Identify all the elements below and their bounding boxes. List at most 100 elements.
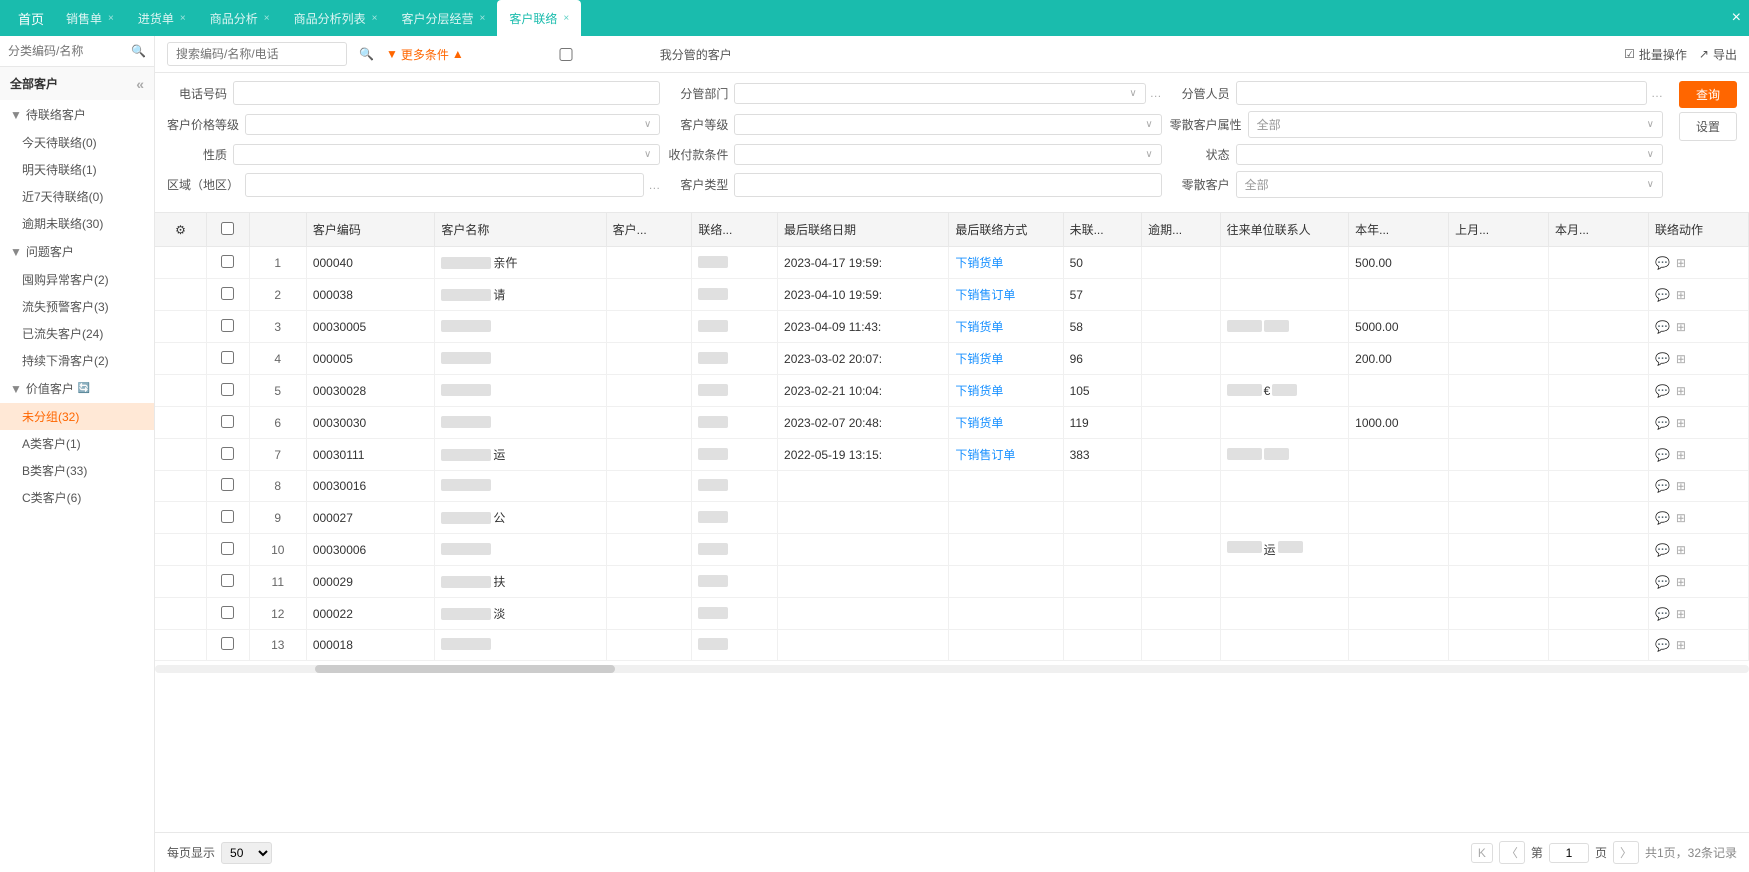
- grid-icon[interactable]: ⊞: [1676, 543, 1686, 557]
- sidebar-item-today[interactable]: 今天待联络(0): [0, 129, 154, 156]
- row-check-cell[interactable]: [206, 311, 249, 343]
- message-icon[interactable]: 💬: [1655, 288, 1670, 302]
- search-button[interactable]: 🔍: [359, 47, 374, 61]
- sidebar-item-ungroup[interactable]: 未分组(32): [0, 403, 154, 430]
- reset-button[interactable]: 设置: [1679, 112, 1737, 141]
- lastway-link[interactable]: 下销售订单: [955, 288, 1015, 302]
- phone-input[interactable]: [233, 81, 660, 105]
- row-check-cell[interactable]: [206, 502, 249, 534]
- row-checkbox[interactable]: [221, 637, 234, 650]
- tab-product-analysis[interactable]: 商品分析 ×: [198, 0, 282, 36]
- scrollbar-thumb[interactable]: [315, 665, 615, 673]
- first-page-button[interactable]: K: [1471, 843, 1493, 863]
- retail-attr-select[interactable]: 全部 ∨: [1248, 111, 1663, 138]
- row-checkbox[interactable]: [221, 478, 234, 491]
- th-lastmonth[interactable]: 上月...: [1449, 213, 1549, 247]
- grid-icon[interactable]: ⊞: [1676, 511, 1686, 525]
- tab-sales[interactable]: 销售单 ×: [54, 0, 126, 36]
- dept-more-icon[interactable]: …: [1150, 86, 1162, 100]
- row-checkbox[interactable]: [221, 255, 234, 268]
- manager-more-icon[interactable]: …: [1651, 86, 1663, 100]
- th-thismonth[interactable]: 本月...: [1549, 213, 1649, 247]
- th-lastway[interactable]: 最后联络方式: [949, 213, 1063, 247]
- my-customers-checkbox[interactable]: 我分管的客户: [476, 46, 732, 63]
- my-customers-check[interactable]: [476, 48, 656, 61]
- message-icon[interactable]: 💬: [1655, 479, 1670, 493]
- th-overdue[interactable]: 逾期...: [1142, 213, 1221, 247]
- status-select[interactable]: ∨: [1236, 144, 1663, 165]
- close-icon[interactable]: ×: [479, 13, 485, 24]
- row-checkbox[interactable]: [221, 415, 234, 428]
- sidebar-item-class-c[interactable]: C类客户(6): [0, 484, 154, 511]
- sidebar-item-7days[interactable]: 近7天待联络(0): [0, 183, 154, 210]
- tab-customer-segment[interactable]: 客户分层经营 ×: [389, 0, 497, 36]
- row-checkbox[interactable]: [221, 383, 234, 396]
- close-icon[interactable]: ×: [180, 13, 186, 24]
- sidebar-item-overdue[interactable]: 逾期未联络(30): [0, 210, 154, 237]
- close-icon[interactable]: ×: [372, 13, 378, 24]
- message-icon[interactable]: 💬: [1655, 607, 1670, 621]
- message-icon[interactable]: 💬: [1655, 384, 1670, 398]
- row-checkbox[interactable]: [221, 510, 234, 523]
- prev-page-button[interactable]: 〈: [1499, 841, 1525, 864]
- row-checkbox[interactable]: [221, 606, 234, 619]
- export-button[interactable]: ↗ 导出: [1699, 46, 1737, 63]
- current-page-input[interactable]: 1: [1549, 843, 1589, 863]
- price-level-select[interactable]: ∨: [245, 114, 660, 135]
- grid-icon[interactable]: ⊞: [1676, 607, 1686, 621]
- grid-icon[interactable]: ⊞: [1676, 448, 1686, 462]
- sidebar-item-churn-warning[interactable]: 流失预警客户(3): [0, 293, 154, 320]
- row-checkbox[interactable]: [221, 574, 234, 587]
- grid-icon[interactable]: ⊞: [1676, 288, 1686, 302]
- th-gear[interactable]: ⚙: [155, 213, 206, 247]
- sidebar-item-class-b[interactable]: B类客户(33): [0, 457, 154, 484]
- nature-select[interactable]: ∨: [233, 144, 660, 165]
- message-icon[interactable]: 💬: [1655, 416, 1670, 430]
- grid-icon[interactable]: ⊞: [1676, 384, 1686, 398]
- tab-customer-contact[interactable]: 客户联络 ×: [497, 0, 581, 36]
- row-check-cell[interactable]: [206, 343, 249, 375]
- grid-icon[interactable]: ⊞: [1676, 575, 1686, 589]
- customer-level-select[interactable]: ∨: [734, 114, 1161, 135]
- dept-select[interactable]: ∨: [734, 83, 1145, 104]
- lastway-link[interactable]: 下销货单: [955, 384, 1003, 398]
- th-check[interactable]: [206, 213, 249, 247]
- window-close-button[interactable]: ×: [1732, 9, 1741, 27]
- message-icon[interactable]: 💬: [1655, 575, 1670, 589]
- message-icon[interactable]: 💬: [1655, 511, 1670, 525]
- sidebar-item-churned[interactable]: 已流失客户(24): [0, 320, 154, 347]
- row-checkbox[interactable]: [221, 351, 234, 364]
- sidebar-item-abnormal[interactable]: 囤购异常客户(2): [0, 266, 154, 293]
- lastway-link[interactable]: 下销货单: [955, 352, 1003, 366]
- region-input[interactable]: [245, 173, 644, 197]
- message-icon[interactable]: 💬: [1655, 256, 1670, 270]
- lastway-link[interactable]: 下销货单: [955, 256, 1003, 270]
- close-icon[interactable]: ×: [563, 13, 569, 24]
- payment-select[interactable]: ∨: [734, 144, 1161, 165]
- manager-input[interactable]: [1236, 81, 1647, 105]
- grid-icon[interactable]: ⊞: [1676, 479, 1686, 493]
- th-lastdate[interactable]: 最后联络日期: [778, 213, 949, 247]
- row-check-cell[interactable]: [206, 566, 249, 598]
- grid-icon[interactable]: ⊞: [1676, 416, 1686, 430]
- sidebar-item-declining[interactable]: 持续下滑客户(2): [0, 347, 154, 374]
- lastway-link[interactable]: 下销售订单: [955, 448, 1015, 462]
- search-input[interactable]: [167, 42, 347, 66]
- select-all-checkbox[interactable]: [221, 222, 234, 235]
- sidebar-item-tomorrow[interactable]: 明天待联络(1): [0, 156, 154, 183]
- sidebar-item-class-a[interactable]: A类客户(1): [0, 430, 154, 457]
- th-contact[interactable]: 联络...: [692, 213, 778, 247]
- row-checkbox[interactable]: [221, 287, 234, 300]
- grid-icon[interactable]: ⊞: [1676, 256, 1686, 270]
- row-checkbox[interactable]: [221, 319, 234, 332]
- message-icon[interactable]: 💬: [1655, 448, 1670, 462]
- row-check-cell[interactable]: [206, 407, 249, 439]
- close-icon[interactable]: ×: [264, 13, 270, 24]
- sidebar-group-pending[interactable]: ▼ 待联络客户: [0, 100, 154, 129]
- retail-customer-select[interactable]: 全部 ∨: [1236, 171, 1663, 198]
- tab-purchase[interactable]: 进货单 ×: [126, 0, 198, 36]
- page-size-select[interactable]: 20 50 100: [221, 842, 272, 864]
- row-check-cell[interactable]: [206, 439, 249, 471]
- grid-icon[interactable]: ⊞: [1676, 638, 1686, 652]
- message-icon[interactable]: 💬: [1655, 352, 1670, 366]
